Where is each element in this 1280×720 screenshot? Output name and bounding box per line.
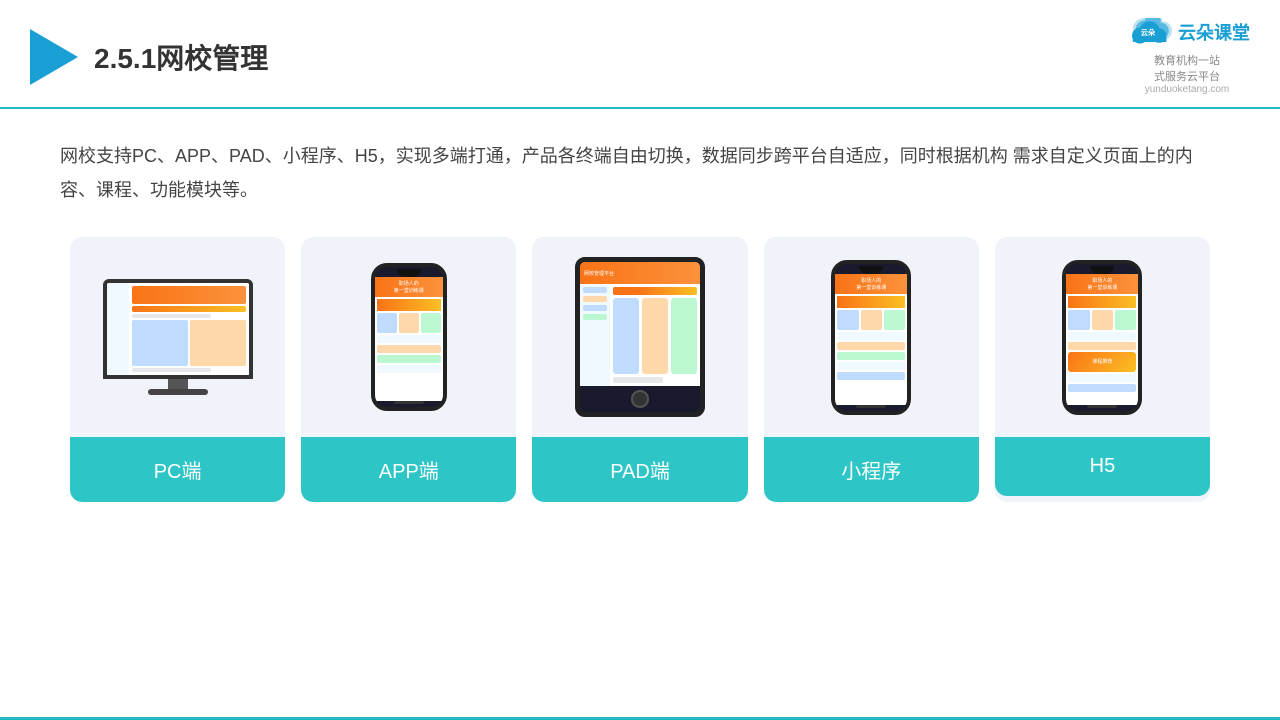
card-miniprogram-label: 小程序: [764, 437, 979, 502]
mini-phone-mockup: 职场人的第一堂训练课: [831, 260, 911, 415]
card-app-label: APP端: [301, 437, 516, 502]
card-pad: 网校管理平台: [532, 237, 747, 502]
brand-logo: 云朵 云朵课堂: [1124, 18, 1250, 50]
main-content: 网校支持PC、APP、PAD、小程序、H5，实现多端打通，产品各终端自由切换，数…: [0, 109, 1280, 522]
tablet-home-button: [631, 390, 649, 408]
brand-name: 云朵课堂: [1178, 23, 1250, 45]
phone-notch: [397, 269, 421, 277]
tablet-header: 网校管理平台: [580, 262, 700, 284]
card-pc: PC端: [70, 237, 285, 502]
card-pc-label: PC端: [70, 437, 285, 502]
card-app-image: 职场人的第一堂训练课: [301, 237, 516, 437]
app-phone-mockup: 职场人的第一堂训练课: [371, 263, 447, 411]
h5-phone-screen: 职场人的第一堂训练课 课程推荐: [1066, 274, 1138, 405]
phone-screen: 职场人的第一堂训练课: [375, 277, 443, 401]
brand-slogan: 教育机构一站 式服务云平台: [1154, 52, 1220, 84]
h5-phone-notch: [1090, 266, 1114, 274]
card-pc-image: [70, 237, 285, 437]
h5-phone-home-bar: [1087, 405, 1117, 408]
card-miniprogram: 职场人的第一堂训练课: [764, 237, 979, 502]
card-pad-label: PAD端: [532, 437, 747, 502]
card-miniprogram-image: 职场人的第一堂训练课: [764, 237, 979, 437]
svg-text:云朵: 云朵: [1141, 28, 1156, 37]
card-h5-image: 职场人的第一堂训练课 课程推荐: [995, 237, 1210, 437]
brand-url: yunduoketang.com: [1145, 84, 1230, 95]
card-h5: 职场人的第一堂训练课 课程推荐: [995, 237, 1210, 502]
card-pad-image: 网校管理平台: [532, 237, 747, 437]
mini-phone-home-bar: [856, 405, 886, 408]
cloud-icon: 云朵: [1124, 18, 1172, 50]
brand-section: 云朵 云朵课堂 教育机构一站 式服务云平台 yunduoketang.com: [1124, 18, 1250, 95]
pc-mockup: [103, 279, 253, 395]
mini-phone-notch: [859, 266, 883, 274]
tablet-mockup: 网校管理平台: [575, 257, 705, 417]
logo-triangle-icon: [30, 29, 78, 85]
phone-home-bar: [394, 401, 424, 404]
header-left: 2.5.1网校管理: [30, 29, 268, 85]
cards-container: PC端 职场人的第一堂训练课: [60, 237, 1220, 502]
page-title: 2.5.1网校管理: [94, 37, 268, 77]
mini-phone-screen: 职场人的第一堂训练课: [835, 274, 907, 405]
card-app: 职场人的第一堂训练课: [301, 237, 516, 502]
page-header: 2.5.1网校管理 云朵 云朵课堂 教育机构一站 式服务云平台 yunduoke…: [0, 0, 1280, 109]
h5-phone-mockup: 职场人的第一堂训练课 课程推荐: [1062, 260, 1142, 415]
tablet-screen: 网校管理平台: [580, 262, 700, 386]
pc-screen: [103, 279, 253, 379]
description-text: 网校支持PC、APP、PAD、小程序、H5，实现多端打通，产品各终端自由切换，数…: [60, 139, 1220, 207]
card-h5-label: H5: [995, 437, 1210, 496]
